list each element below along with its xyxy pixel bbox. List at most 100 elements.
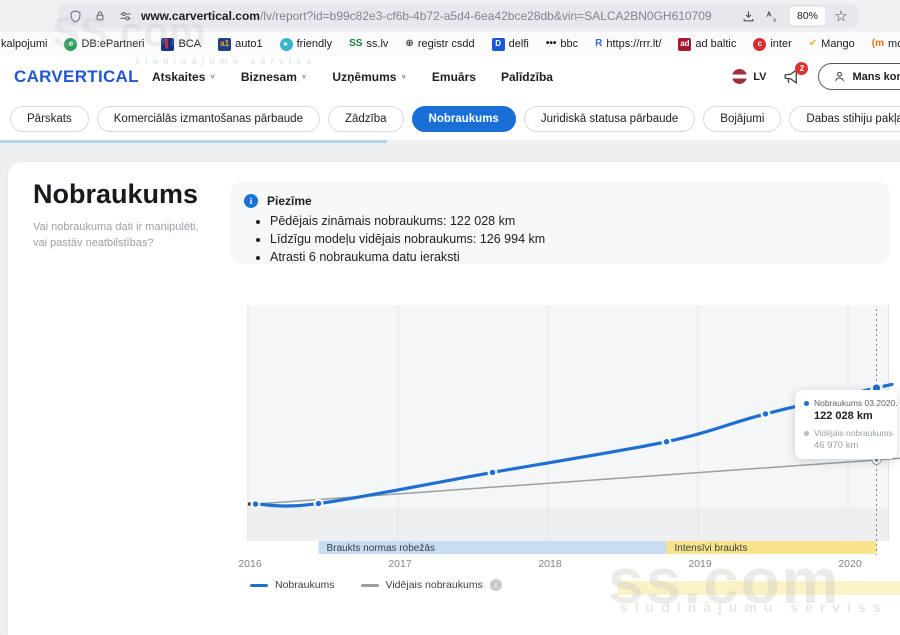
save-page-icon[interactable] [740,7,758,25]
nav-emu-rs[interactable]: Emuārs [432,70,476,84]
account-button[interactable]: Mans konts [818,63,900,90]
lock-icon[interactable] [91,7,109,25]
mileage-point[interactable] [315,500,322,507]
bookmark-delfi[interactable]: Ddelfi [491,37,529,51]
tooltip-series1-value: 122 028 km [814,410,873,422]
legend-info-icon[interactable]: i [489,579,502,591]
svg-text:a: a [773,17,777,23]
tab-juridisk-statusa-p-rbaude[interactable]: Juridiskā statusa pārbaude [523,105,696,132]
friendly-icon: ▸ [279,37,293,51]
bookmark-https-rrr-lt[interactable]: Rhttps://rrr.lt/ [595,38,661,51]
tab-komerci-l-s-izmanto-anas-p-rbaude[interactable]: Komerciālās izmantošanas pārbaude [96,105,320,132]
tab-p-rskats[interactable]: Pārskats [10,105,89,132]
tooltip-series-dot [804,400,809,406]
carvertical-logo[interactable]: CARVERTICAL [14,67,139,87]
site-header: CARVERTICAL Atskaites ∨ Biznesam ∨ Uzņēmums ∨… [0,56,900,98]
bca-icon: ▌ [161,37,175,51]
bookmark-ad-baltic[interactable]: ad ad baltic [678,37,736,51]
mileage-point[interactable] [489,469,496,476]
bookmark-mango[interactable]: ✔ Mango [809,38,855,51]
notification-badge: 2 [795,61,809,75]
note-bullet: Atrasti 6 nobraukuma datu ieraksti [270,248,545,266]
scroll-progress-fill [0,140,387,143]
plot-bottom-strip [247,507,889,541]
section-subtitle: Vai nobraukuma dati ir manipulēti, vai p… [33,221,199,249]
auto1-icon: a1 [218,37,232,51]
legend-swatch [250,583,268,587]
bookmark-registr-csdd[interactable]: ⊕ registr csdd [405,38,474,51]
chevron-down-icon: ∨ [209,72,216,81]
latvia-flag-icon [732,69,748,84]
tooltip-series1-label: Nobraukums 03.2020. [814,398,898,408]
announcements-button[interactable]: 2 [782,61,809,87]
main-nav: Atskaites ∨ Biznesam ∨ Uzņēmums ∨ Emuārs Palīdz… [152,56,553,97]
tab-z-dz-ba[interactable]: Zādzība [327,105,404,132]
bookmark-mobile[interactable]: (mmobile [872,38,900,51]
bookmark-inter[interactable]: c inter [753,37,792,51]
tooltip-series2-label: Vidējais nobraukums [814,428,893,438]
x-tick-2018: 2018 [538,558,562,570]
plot-area [247,305,889,541]
registr-csdd-icon: ⊕ [405,38,414,49]
chevron-down-icon: ∨ [400,72,407,81]
bbc-icon: ••• [545,38,557,49]
info-icon: i [244,194,258,208]
tab-nobraukums[interactable]: Nobraukums [411,105,516,132]
delfi-icon: D [491,37,505,51]
x-tick-2017: 2017 [388,558,412,570]
report-section-card: Nobraukums Vai nobraukuma dati ir manipu… [8,162,900,635]
nav-biznesam[interactable]: Biznesam ∨ [241,70,308,84]
zone-label-braukts-normas-robe-s: Braukts normas robežās [327,543,435,554]
legend-nobraukums: Nobraukums [250,579,335,591]
shield-icon[interactable] [66,7,84,25]
nav-pal-dz-ba[interactable]: Palīdzība [501,70,553,84]
translate-icon[interactable]: Aa [765,7,783,25]
bookmark-db-epartneri[interactable]: e DB:ePartneri [64,37,144,51]
report-tabs: Pārskats Komerciālās izmantošanas pārbaud… [0,97,900,140]
mobile-icon: (m [871,38,885,49]
ad-baltic-icon: ad [678,37,692,51]
note-title: Piezīme [267,194,312,208]
browser-toolbar: www.carvertical.com/lv/report?id=b99c82e… [0,0,900,32]
bookmarks-bar: kalpojumi e DB:ePartneri ▌ BCA a1 auto1 ▸ friend… [0,32,900,56]
x-tick-2016: 2016 [238,558,262,570]
legend-swatch [360,583,379,587]
bookmark-kalpojumi[interactable]: kalpojumi [1,38,47,50]
nav-uz-mums[interactable]: Uzņēmums ∨ [332,70,407,84]
tooltip-series2-value: 46 970 km [814,440,859,451]
ss-lv-icon: SS [349,38,363,49]
person-icon [835,71,845,82]
scroll-progress-track [0,140,900,143]
url-text[interactable]: www.carvertical.com/lv/report?id=b99c82e… [141,9,733,23]
mileage-point[interactable] [762,411,769,417]
db-epartneri-icon: e [64,37,78,51]
mileage-point[interactable] [663,439,670,445]
section-title: Nobraukums [33,179,199,209]
language-selector[interactable]: LV [753,71,766,83]
chart-tooltip: Nobraukums 03.2020. 122 028 km Vidējais … [795,390,898,459]
tooltip-avg-dot [804,430,809,436]
page-zoom-chip[interactable]: 80% [789,7,825,25]
bookmark-auto1[interactable]: a1 auto1 [218,37,263,51]
bookmark-bbc[interactable]: ••• bbc [546,38,578,51]
note-bullet-list: Pēdējais zināmais nobraukums: 122 028 km… [256,212,545,266]
permissions-sliders-icon[interactable] [116,7,134,25]
address-bar[interactable]: www.carvertical.com/lv/report?id=b99c82e… [58,4,858,28]
watermark-sub: sludinājumu serviss [620,599,888,615]
note-box: i Piezīme Pēdējais zināmais nobraukums: … [230,182,890,264]
https-rrr-lt-icon: R [595,38,603,49]
nav-atskaites[interactable]: Atskaites ∨ [152,70,216,84]
mileage-point[interactable] [252,501,259,507]
bookmark-friendly[interactable]: ▸ friendly [279,37,332,51]
tab-dabas-stihiju-pak-aut-ba[interactable]: Dabas stihiju pakļautība [789,105,900,132]
bookmark-star-icon[interactable]: ☆ [832,7,850,25]
tab-boj-jumi[interactable]: Bojājumi [703,105,782,132]
bookmark-bca[interactable]: ▌ BCA [161,37,201,51]
mango-icon: ✔ [808,38,818,49]
bookmark-ss-lv[interactable]: SS ss.lv [349,38,388,51]
inter-icon: c [753,37,767,51]
legend-vid-jais-nobraukums: Vidējais nobraukums i [360,579,502,591]
svg-text:A: A [767,11,772,18]
chart-legend: Nobraukums Vidējais nobraukums i [250,579,502,591]
chevron-down-icon: ∨ [300,72,308,81]
